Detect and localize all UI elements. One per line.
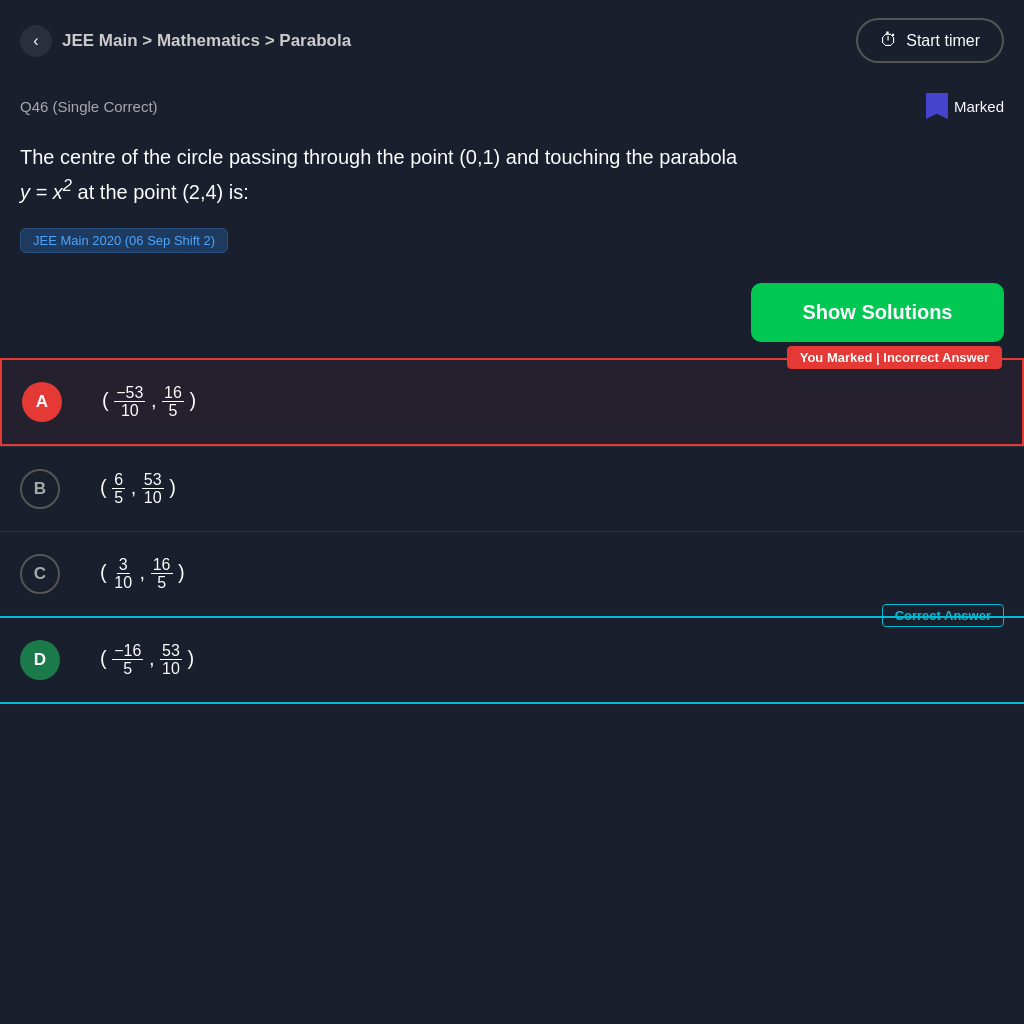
option-c-frac2: 16 5 — [151, 556, 173, 592]
question-meta: Q46 (Single Correct) Marked — [0, 81, 1024, 127]
question-label: Q46 (Single Correct) — [20, 98, 158, 115]
question-body: The centre of the circle passing through… — [0, 127, 1024, 228]
question-tag: JEE Main 2020 (06 Sep Shift 2) — [20, 228, 228, 253]
option-a-frac1: −53 10 — [114, 384, 145, 420]
timer-icon: ⏱ — [880, 30, 898, 51]
breadcrumb: JEE Main > Mathematics > Parabola — [62, 31, 351, 51]
solutions-row: Show Solutions — [0, 273, 1024, 358]
option-c-content: ( 3 10 , 16 5 ) — [100, 556, 185, 592]
option-d-frac1: −16 5 — [112, 642, 143, 678]
marked-label: Marked — [954, 98, 1004, 115]
option-circle-c: C — [20, 554, 60, 594]
option-row-d[interactable]: Correct Answer D ( −16 5 , 53 10 ) — [0, 616, 1024, 704]
option-b-frac1: 6 5 — [112, 471, 125, 507]
option-d-content: ( −16 5 , 53 10 ) — [100, 642, 194, 678]
option-circle-a: A — [22, 382, 62, 422]
option-b-content: ( 6 5 , 53 10 ) — [100, 471, 176, 507]
option-a-frac2: 16 5 — [162, 384, 184, 420]
option-a-content: ( −53 10 , 16 5 ) — [102, 384, 196, 420]
option-row-c[interactable]: C ( 3 10 , 16 5 ) — [0, 531, 1024, 616]
show-solutions-button[interactable]: Show Solutions — [751, 283, 1004, 342]
correct-answer-badge: Correct Answer — [882, 604, 1004, 627]
option-row-a[interactable]: You Marked | Incorrect Answer A ( −53 10… — [0, 358, 1024, 446]
option-circle-d: D — [20, 640, 60, 680]
header-left: ‹ JEE Main > Mathematics > Parabola — [20, 25, 351, 57]
back-button[interactable]: ‹ — [20, 25, 52, 57]
option-b-frac2: 53 10 — [142, 471, 164, 507]
option-d-frac2: 53 10 — [160, 642, 182, 678]
options-container: You Marked | Incorrect Answer A ( −53 10… — [0, 358, 1024, 704]
incorrect-answer-badge: You Marked | Incorrect Answer — [787, 346, 1002, 369]
bookmark-icon — [926, 93, 948, 119]
start-timer-label: Start timer — [906, 32, 980, 50]
option-row-b[interactable]: B ( 6 5 , 53 10 ) — [0, 446, 1024, 531]
option-circle-b: B — [20, 469, 60, 509]
start-timer-button[interactable]: ⏱ Start timer — [856, 18, 1004, 63]
marked-badge: Marked — [926, 93, 1004, 119]
header: ‹ JEE Main > Mathematics > Parabola ⏱ St… — [0, 0, 1024, 81]
equation: y = x2 — [20, 181, 72, 203]
option-c-frac1: 3 10 — [112, 556, 134, 592]
